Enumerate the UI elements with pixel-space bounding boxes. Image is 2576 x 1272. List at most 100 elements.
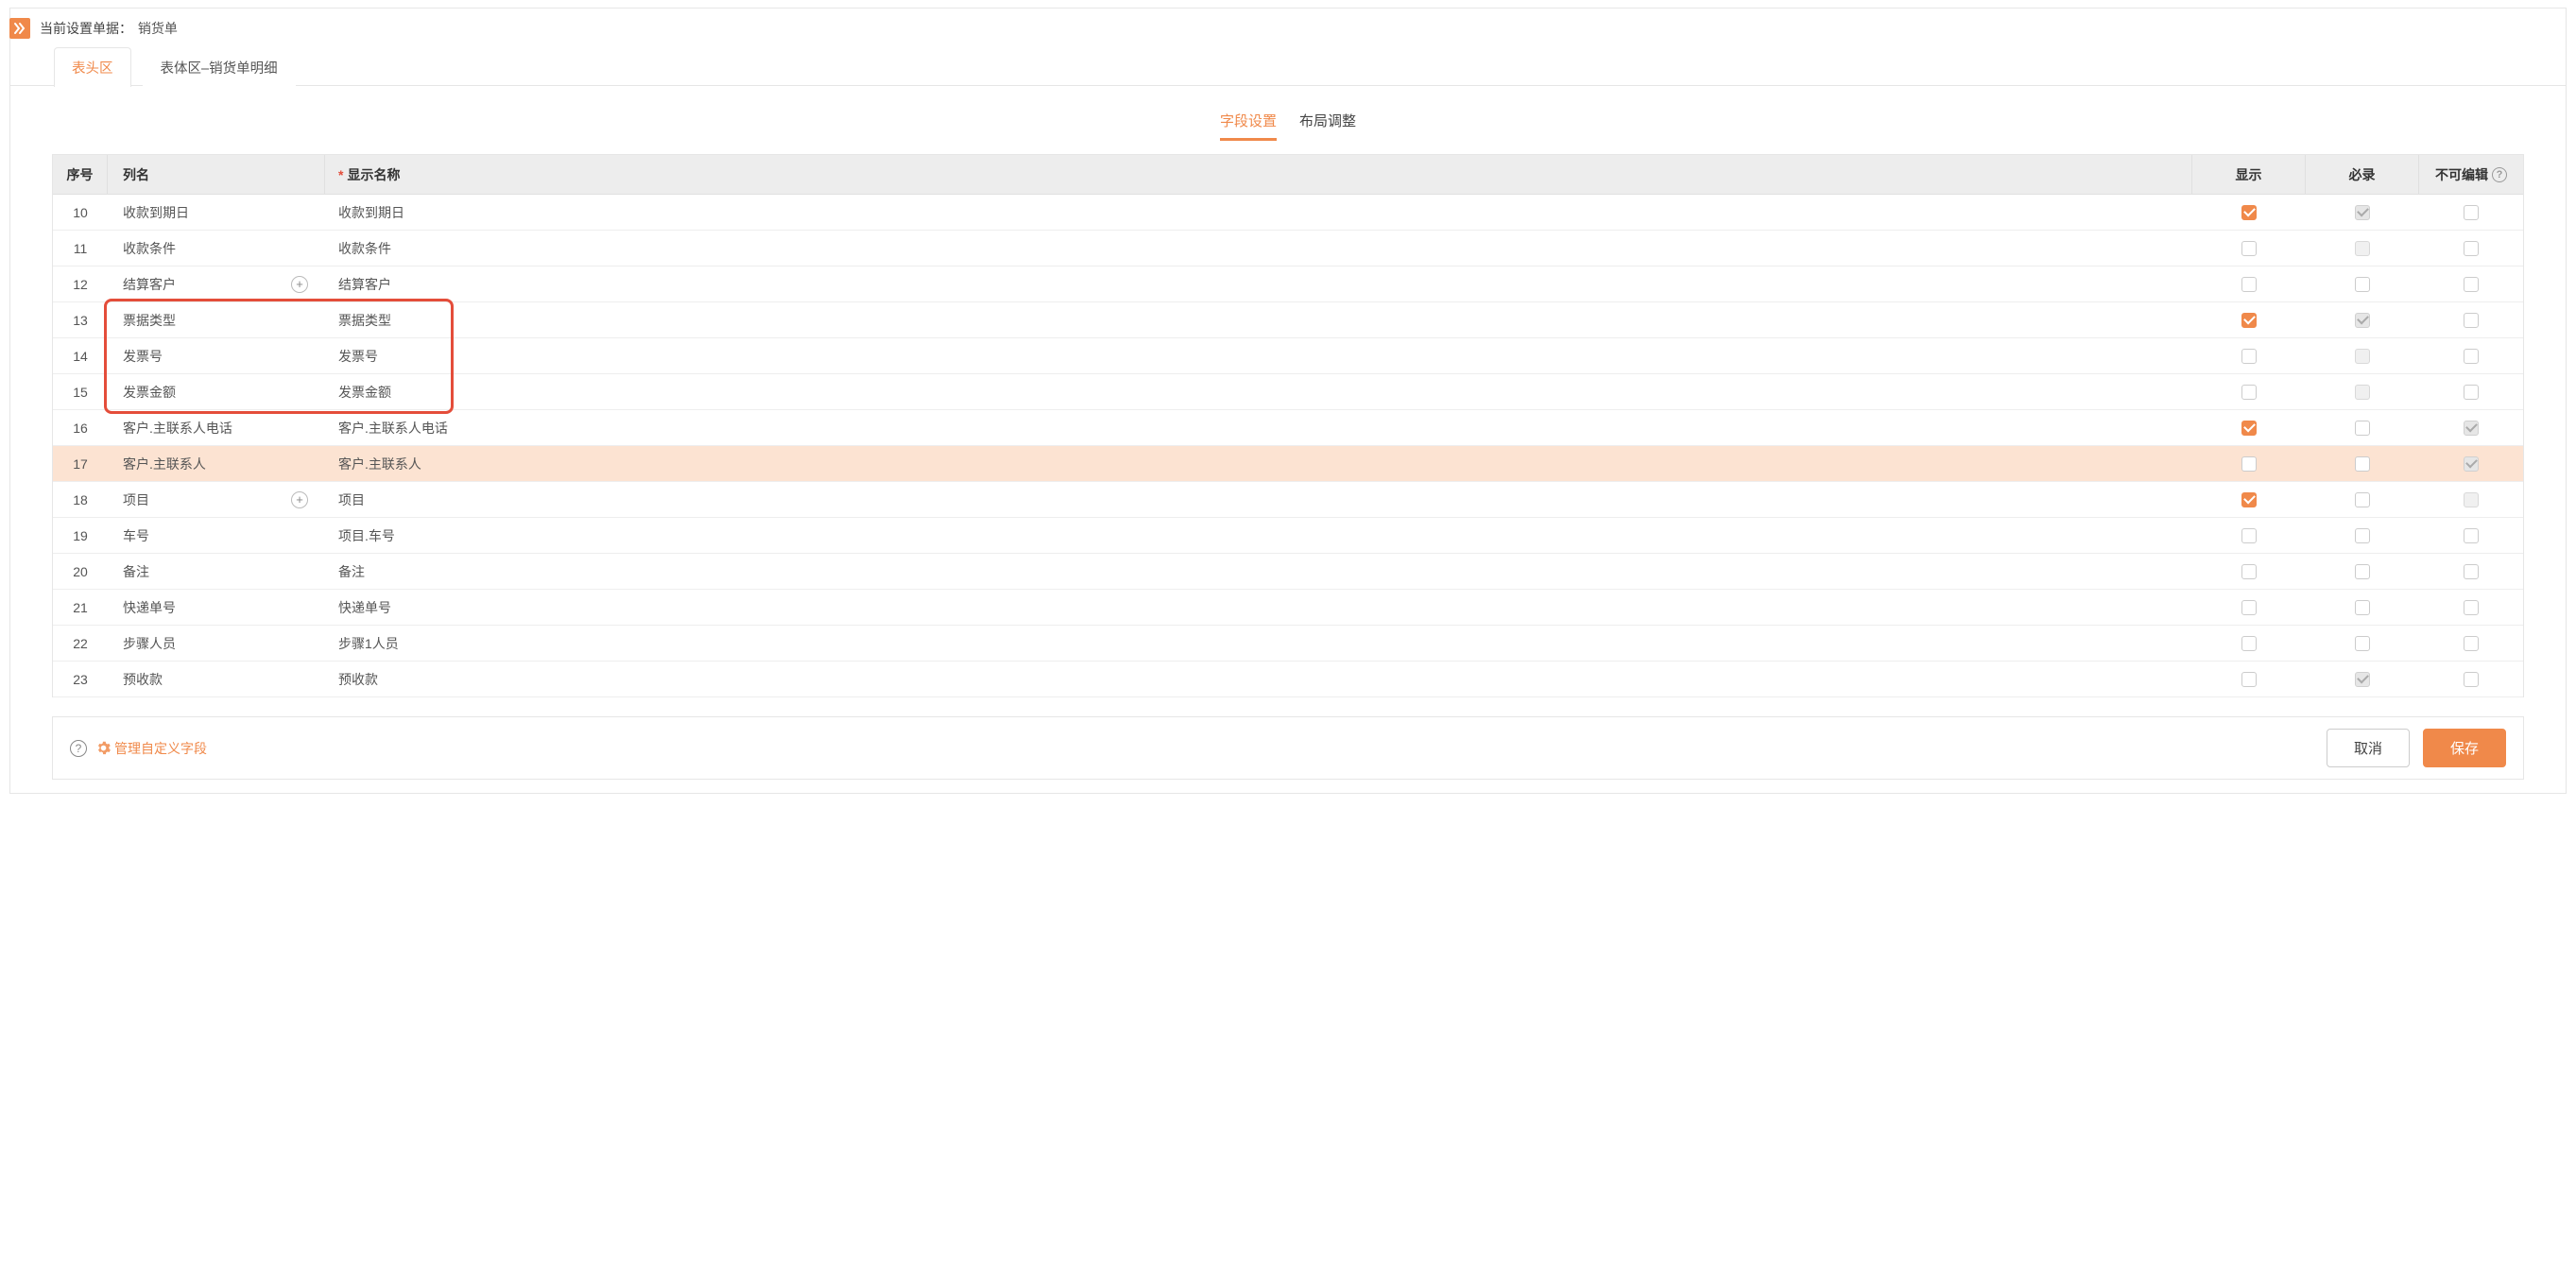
save-button[interactable]: 保存 [2423, 729, 2506, 767]
cell-required [2306, 302, 2419, 337]
subtab-field-settings[interactable]: 字段设置 [1220, 105, 1277, 141]
footer-right: 取消 保存 [2327, 729, 2506, 767]
help-circle-icon[interactable]: ? [70, 740, 87, 757]
table-row[interactable]: 16客户.主联系人电话客户.主联系人电话 [53, 410, 2523, 446]
cell-name: 收款到期日 [108, 195, 325, 230]
required-checkbox [2355, 241, 2370, 256]
cell-required [2306, 554, 2419, 589]
manage-custom-fields-link[interactable]: 管理自定义字段 [96, 739, 207, 758]
cell-display-name[interactable]: 项目 [325, 482, 2192, 517]
fields-table: 序号 列名 * 显示名称 显示 必录 不可编辑 ? 10收款到期日收款到期日11… [52, 154, 2524, 697]
required-checkbox[interactable] [2355, 456, 2370, 472]
required-checkbox[interactable] [2355, 492, 2370, 507]
cell-display-name[interactable]: 客户.主联系人 [325, 446, 2192, 481]
page-wrapper: 当前设置单据： 销货单 表头区 表体区–销货单明细 字段设置 布局调整 序号 列… [9, 8, 2567, 794]
noedit-checkbox[interactable] [2464, 636, 2479, 651]
cell-show [2192, 662, 2306, 696]
noedit-checkbox[interactable] [2464, 205, 2479, 220]
show-checkbox[interactable] [2241, 277, 2257, 292]
cell-display-name[interactable]: 收款条件 [325, 231, 2192, 266]
table-row[interactable]: 18项目+项目 [53, 482, 2523, 518]
table-row[interactable]: 10收款到期日收款到期日 [53, 195, 2523, 231]
required-checkbox[interactable] [2355, 564, 2370, 579]
noedit-checkbox[interactable] [2464, 672, 2479, 687]
show-checkbox[interactable] [2241, 636, 2257, 651]
table-row[interactable]: 13票据类型票据类型 [53, 302, 2523, 338]
table-row[interactable]: 22步骤人员步骤1人员 [53, 626, 2523, 662]
cell-display-name[interactable]: 收款到期日 [325, 195, 2192, 230]
noedit-checkbox[interactable] [2464, 600, 2479, 615]
table-row[interactable]: 20备注备注 [53, 554, 2523, 590]
show-checkbox[interactable] [2241, 564, 2257, 579]
noedit-checkbox[interactable] [2464, 241, 2479, 256]
table-row[interactable]: 23预收款预收款 [53, 662, 2523, 697]
header-bar: 当前设置单据： 销货单 [10, 9, 2566, 48]
required-checkbox[interactable] [2355, 528, 2370, 543]
required-checkbox[interactable] [2355, 421, 2370, 436]
cell-show [2192, 410, 2306, 445]
cell-required [2306, 231, 2419, 266]
noedit-checkbox[interactable] [2464, 313, 2479, 328]
show-checkbox[interactable] [2241, 385, 2257, 400]
cell-display-name[interactable]: 备注 [325, 554, 2192, 589]
cell-seq: 13 [53, 302, 108, 337]
show-checkbox[interactable] [2241, 528, 2257, 543]
cell-seq: 15 [53, 374, 108, 409]
table-row[interactable]: 12结算客户+结算客户 [53, 266, 2523, 302]
table-row[interactable]: 17客户.主联系人客户.主联系人 [53, 446, 2523, 482]
plus-icon[interactable]: + [291, 491, 308, 508]
cell-display-name[interactable]: 票据类型 [325, 302, 2192, 337]
cell-display-name[interactable]: 步骤1人员 [325, 626, 2192, 661]
noedit-checkbox[interactable] [2464, 528, 2479, 543]
collapse-toggle-icon[interactable] [9, 18, 30, 39]
plus-icon[interactable]: + [291, 276, 308, 293]
table-row[interactable]: 14发票号发票号 [53, 338, 2523, 374]
cell-noedit [2419, 195, 2523, 230]
show-checkbox[interactable] [2241, 205, 2257, 220]
cell-display-name[interactable]: 项目.车号 [325, 518, 2192, 553]
cancel-button[interactable]: 取消 [2327, 729, 2410, 767]
cell-show [2192, 231, 2306, 266]
required-checkbox [2355, 672, 2370, 687]
cell-display-name[interactable]: 发票号 [325, 338, 2192, 373]
cell-display-name[interactable]: 结算客户 [325, 266, 2192, 301]
cell-name-label: 预收款 [123, 670, 163, 689]
required-checkbox[interactable] [2355, 636, 2370, 651]
table-row[interactable]: 11收款条件收款条件 [53, 231, 2523, 266]
cell-name: 发票号 [108, 338, 325, 373]
show-checkbox[interactable] [2241, 456, 2257, 472]
cell-name-label: 备注 [123, 562, 149, 581]
noedit-checkbox[interactable] [2464, 385, 2479, 400]
show-checkbox[interactable] [2241, 492, 2257, 507]
show-checkbox[interactable] [2241, 600, 2257, 615]
show-checkbox[interactable] [2241, 421, 2257, 436]
subtab-layout-adjust[interactable]: 布局调整 [1299, 105, 1356, 141]
cell-display-name[interactable]: 客户.主联系人电话 [325, 410, 2192, 445]
tab-body-area[interactable]: 表体区–销货单明细 [143, 47, 296, 87]
noedit-checkbox[interactable] [2464, 349, 2479, 364]
cell-display-name[interactable]: 快递单号 [325, 590, 2192, 625]
table-row[interactable]: 19车号项目.车号 [53, 518, 2523, 554]
noedit-checkbox[interactable] [2464, 564, 2479, 579]
help-icon[interactable]: ? [2492, 167, 2507, 182]
show-checkbox[interactable] [2241, 349, 2257, 364]
gear-icon [96, 741, 111, 755]
cell-noedit [2419, 590, 2523, 625]
footer-left: ? 管理自定义字段 [70, 739, 207, 758]
tab-header-area[interactable]: 表头区 [54, 47, 131, 87]
show-checkbox[interactable] [2241, 241, 2257, 256]
show-checkbox[interactable] [2241, 672, 2257, 687]
cell-show [2192, 554, 2306, 589]
cell-required [2306, 482, 2419, 517]
cell-name: 快递单号 [108, 590, 325, 625]
table-row[interactable]: 15发票金额发票金额 [53, 374, 2523, 410]
cell-display-name[interactable]: 预收款 [325, 662, 2192, 696]
cell-noedit [2419, 518, 2523, 553]
cell-display-name[interactable]: 发票金额 [325, 374, 2192, 409]
noedit-checkbox[interactable] [2464, 277, 2479, 292]
table-row[interactable]: 21快递单号快递单号 [53, 590, 2523, 626]
show-checkbox[interactable] [2241, 313, 2257, 328]
required-checkbox[interactable] [2355, 277, 2370, 292]
required-checkbox[interactable] [2355, 600, 2370, 615]
table-body: 10收款到期日收款到期日11收款条件收款条件12结算客户+结算客户13票据类型票… [53, 195, 2523, 697]
